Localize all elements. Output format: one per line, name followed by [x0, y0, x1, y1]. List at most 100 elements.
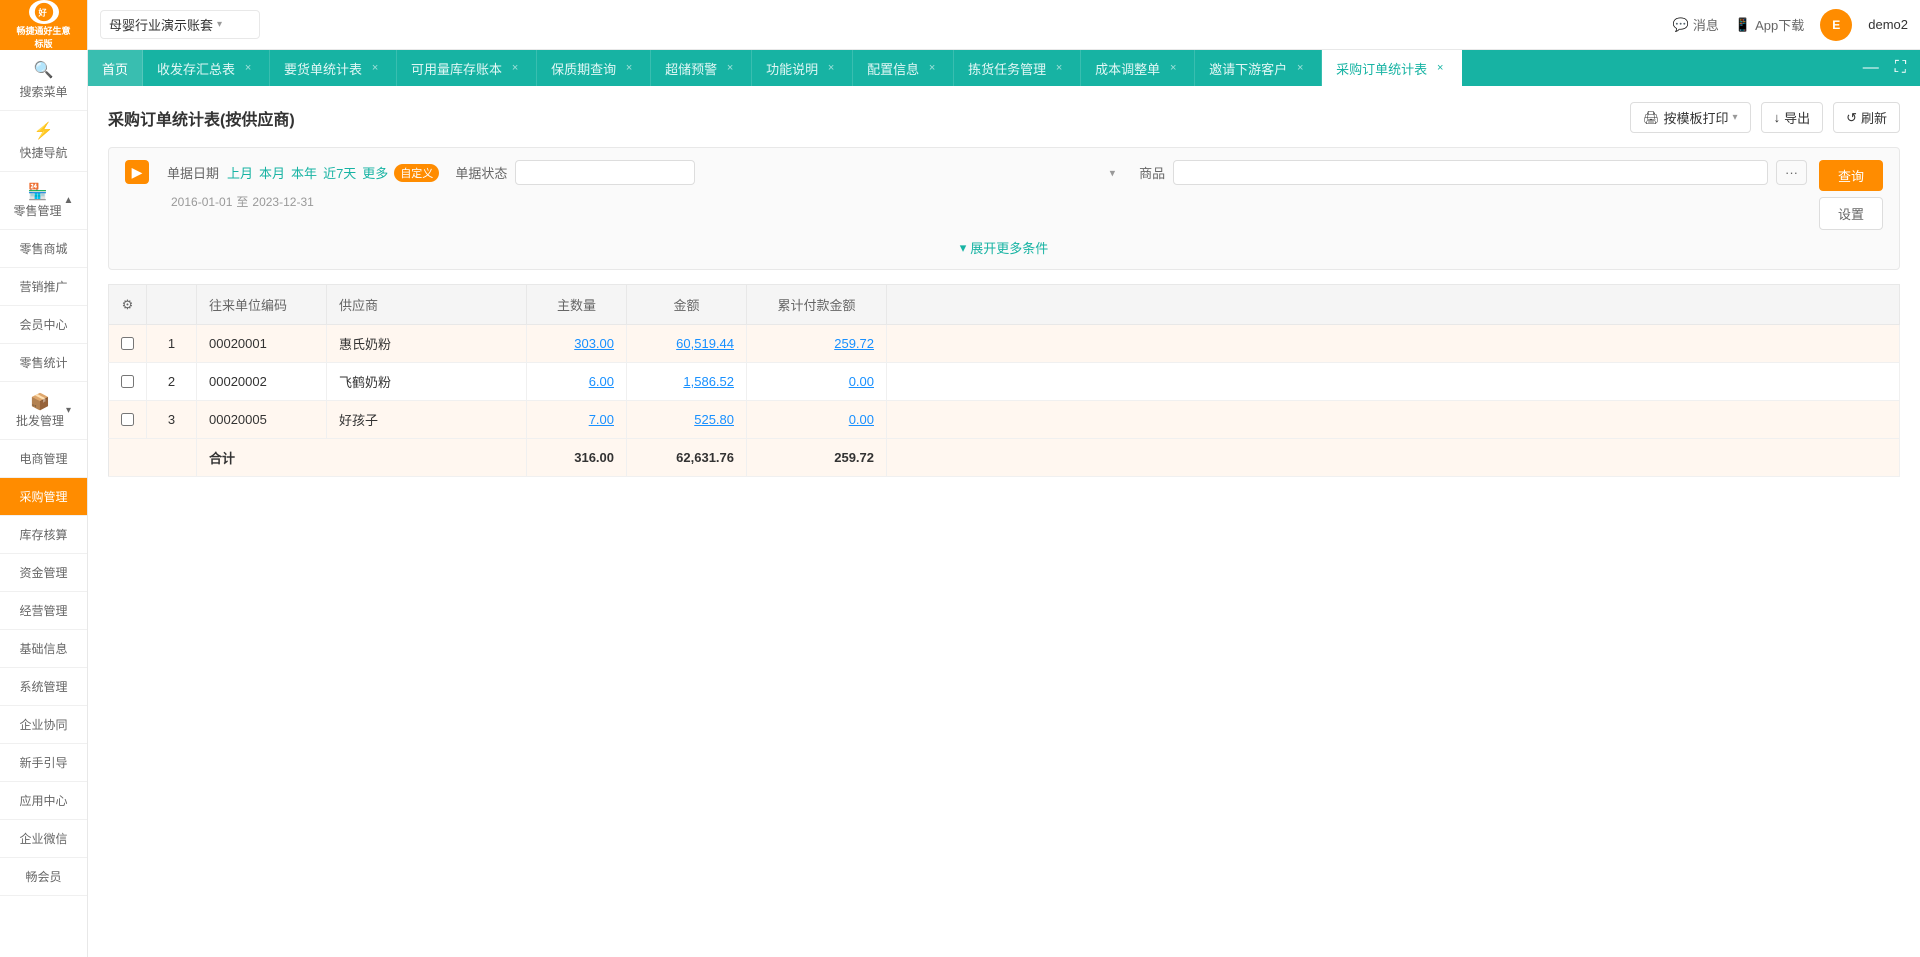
- amount-link[interactable]: 1,586.52: [683, 374, 734, 389]
- tab-close-icon[interactable]: ×: [723, 61, 737, 75]
- sidebar-item-purchase[interactable]: 采购管理: [0, 478, 87, 516]
- tab-overstock-warning[interactable]: 超储预警 ×: [651, 50, 752, 86]
- row-qty: 6.00: [527, 363, 627, 401]
- workspace-selector[interactable]: 母婴行业演示账套 ▾: [100, 10, 260, 39]
- sidebar-item-retail-stats[interactable]: 零售统计: [0, 344, 87, 382]
- sidebar-item-shortcuts[interactable]: ⚡ 快捷导航: [0, 111, 87, 172]
- chevron-down-icon: ▾: [960, 240, 967, 256]
- tab-home[interactable]: 首页: [88, 50, 143, 86]
- row-num: 2: [147, 363, 197, 401]
- th-qty: 主数量: [527, 285, 627, 325]
- shortcut-this-month[interactable]: 本月: [259, 163, 285, 182]
- status-select-wrapper: [515, 160, 1123, 185]
- sidebar-item-inventory[interactable]: 库存核算: [0, 516, 87, 554]
- tab-expiry-query[interactable]: 保质期查询 ×: [537, 50, 651, 86]
- phone-icon: 📱: [1735, 17, 1751, 33]
- sidebar-item-app-center[interactable]: 应用中心: [0, 782, 87, 820]
- tab-close-icon[interactable]: ×: [622, 61, 636, 75]
- th-code: 往来单位编码: [197, 285, 327, 325]
- row-extra: [887, 363, 1900, 401]
- row-checkbox[interactable]: [121, 375, 134, 388]
- tab-function-desc[interactable]: 功能说明 ×: [752, 50, 853, 86]
- tab-invite-customer[interactable]: 邀请下游客户 ×: [1195, 50, 1322, 86]
- workspace-name: 母婴行业演示账套: [109, 15, 213, 34]
- th-num: [147, 285, 197, 325]
- amount-link[interactable]: 525.80: [694, 412, 734, 427]
- tab-cost-adjust[interactable]: 成本调整单 ×: [1081, 50, 1195, 86]
- expand-more-button[interactable]: ▾ 展开更多条件: [125, 238, 1883, 257]
- sidebar-item-new-guide[interactable]: 新手引导: [0, 744, 87, 782]
- sidebar-item-retail-mgmt[interactable]: 🏪 零售管理 ▲: [0, 172, 87, 230]
- sidebar-item-basic-info[interactable]: 基础信息: [0, 630, 87, 668]
- tab-close-active-icon[interactable]: ×: [1433, 61, 1447, 75]
- shortcut-7days[interactable]: 近7天: [323, 163, 356, 182]
- qty-link[interactable]: 6.00: [589, 374, 614, 389]
- row-code: 00020001: [197, 325, 327, 363]
- custom-date-tag: 自定义: [394, 164, 439, 182]
- row-checkbox[interactable]: [121, 413, 134, 426]
- tab-maximize-button[interactable]: ⛶: [1889, 57, 1912, 79]
- tab-label: 采购订单统计表: [1336, 59, 1427, 78]
- table-header-row: ⚙ 往来单位编码 供应商 主数量 金额 累计付款金额: [109, 285, 1900, 325]
- sidebar-item-vip[interactable]: 畅会员: [0, 858, 87, 896]
- tab-config[interactable]: 配置信息 ×: [853, 50, 954, 86]
- tab-home-label: 首页: [102, 59, 128, 78]
- filter-toggle-button[interactable]: ▶: [125, 160, 149, 184]
- message-button[interactable]: 💬 消息: [1673, 15, 1719, 34]
- sidebar-item-finance[interactable]: 资金管理: [0, 554, 87, 592]
- tab-close-icon[interactable]: ×: [368, 61, 382, 75]
- sidebar-item-wechat[interactable]: 企业微信: [0, 820, 87, 858]
- goods-input[interactable]: [1173, 160, 1768, 185]
- refresh-button[interactable]: ↺ 刷新: [1833, 102, 1900, 133]
- gear-icon[interactable]: ⚙: [122, 297, 134, 313]
- export-button[interactable]: ↓ 导出: [1761, 102, 1824, 133]
- tab-order-stats[interactable]: 要货单统计表 ×: [270, 50, 397, 86]
- row-supplier: 飞鹤奶粉: [327, 363, 527, 401]
- sidebar-item-wholesale[interactable]: 📦 批发管理 ▾: [0, 382, 87, 440]
- shortcut-this-year[interactable]: 本年: [291, 163, 317, 182]
- tab-minimize-button[interactable]: —: [1857, 57, 1885, 79]
- paid-link[interactable]: 0.00: [849, 412, 874, 427]
- tab-available-inventory[interactable]: 可用量库存账本 ×: [397, 50, 537, 86]
- row-amount: 1,586.52: [627, 363, 747, 401]
- row-checkbox[interactable]: [121, 337, 134, 350]
- qty-link[interactable]: 7.00: [589, 412, 614, 427]
- date-shortcuts: 上月 本月 本年 近7天 更多 自定义: [227, 163, 439, 182]
- shortcut-more[interactable]: 更多: [362, 163, 388, 182]
- user-avatar[interactable]: E: [1820, 9, 1852, 41]
- tab-close-icon[interactable]: ×: [1166, 61, 1180, 75]
- paid-link[interactable]: 259.72: [834, 336, 874, 351]
- tab-close-icon[interactable]: ×: [824, 61, 838, 75]
- sidebar-item-marketing[interactable]: 营销推广: [0, 268, 87, 306]
- sidebar-item-system[interactable]: 系统管理: [0, 668, 87, 706]
- app-logo: 好 畅捷通好生意 标版: [0, 0, 87, 50]
- paid-link[interactable]: 0.00: [849, 374, 874, 389]
- sidebar-item-enterprise[interactable]: 企业协同: [0, 706, 87, 744]
- sidebar-item-members[interactable]: 会员中心: [0, 306, 87, 344]
- user-name[interactable]: demo2: [1868, 17, 1908, 32]
- tab-close-icon[interactable]: ×: [1293, 61, 1307, 75]
- tab-purchase-stats[interactable]: 采购订单统计表 ×: [1322, 50, 1462, 86]
- print-button[interactable]: 🖨 按模板打印 ▾: [1630, 102, 1751, 133]
- page-actions: 🖨 按模板打印 ▾ ↓ 导出 ↺ 刷新: [1630, 102, 1900, 133]
- row-extra: [887, 401, 1900, 439]
- tab-close-icon[interactable]: ×: [925, 61, 939, 75]
- app-download-button[interactable]: 📱 App下载: [1735, 15, 1804, 34]
- sidebar-item-retail-mall[interactable]: 零售商城: [0, 230, 87, 268]
- tab-label: 保质期查询: [551, 59, 616, 78]
- sidebar-item-operations[interactable]: 经营管理: [0, 592, 87, 630]
- tab-close-icon[interactable]: ×: [1052, 61, 1066, 75]
- tab-close-icon[interactable]: ×: [241, 61, 255, 75]
- settings-button[interactable]: 设置: [1819, 197, 1883, 230]
- amount-link[interactable]: 60,519.44: [676, 336, 734, 351]
- status-select[interactable]: [515, 160, 695, 185]
- sidebar-item-ecommerce[interactable]: 电商管理: [0, 440, 87, 478]
- tab-receive-send[interactable]: 收发存汇总表 ×: [143, 50, 270, 86]
- qty-link[interactable]: 303.00: [574, 336, 614, 351]
- sidebar-item-search[interactable]: 🔍 搜索菜单: [0, 50, 87, 111]
- tab-close-icon[interactable]: ×: [508, 61, 522, 75]
- goods-more-button[interactable]: ···: [1776, 160, 1807, 185]
- shortcut-last-month[interactable]: 上月: [227, 163, 253, 182]
- tab-pick-task[interactable]: 拣货任务管理 ×: [954, 50, 1081, 86]
- query-button[interactable]: 查询: [1819, 160, 1883, 191]
